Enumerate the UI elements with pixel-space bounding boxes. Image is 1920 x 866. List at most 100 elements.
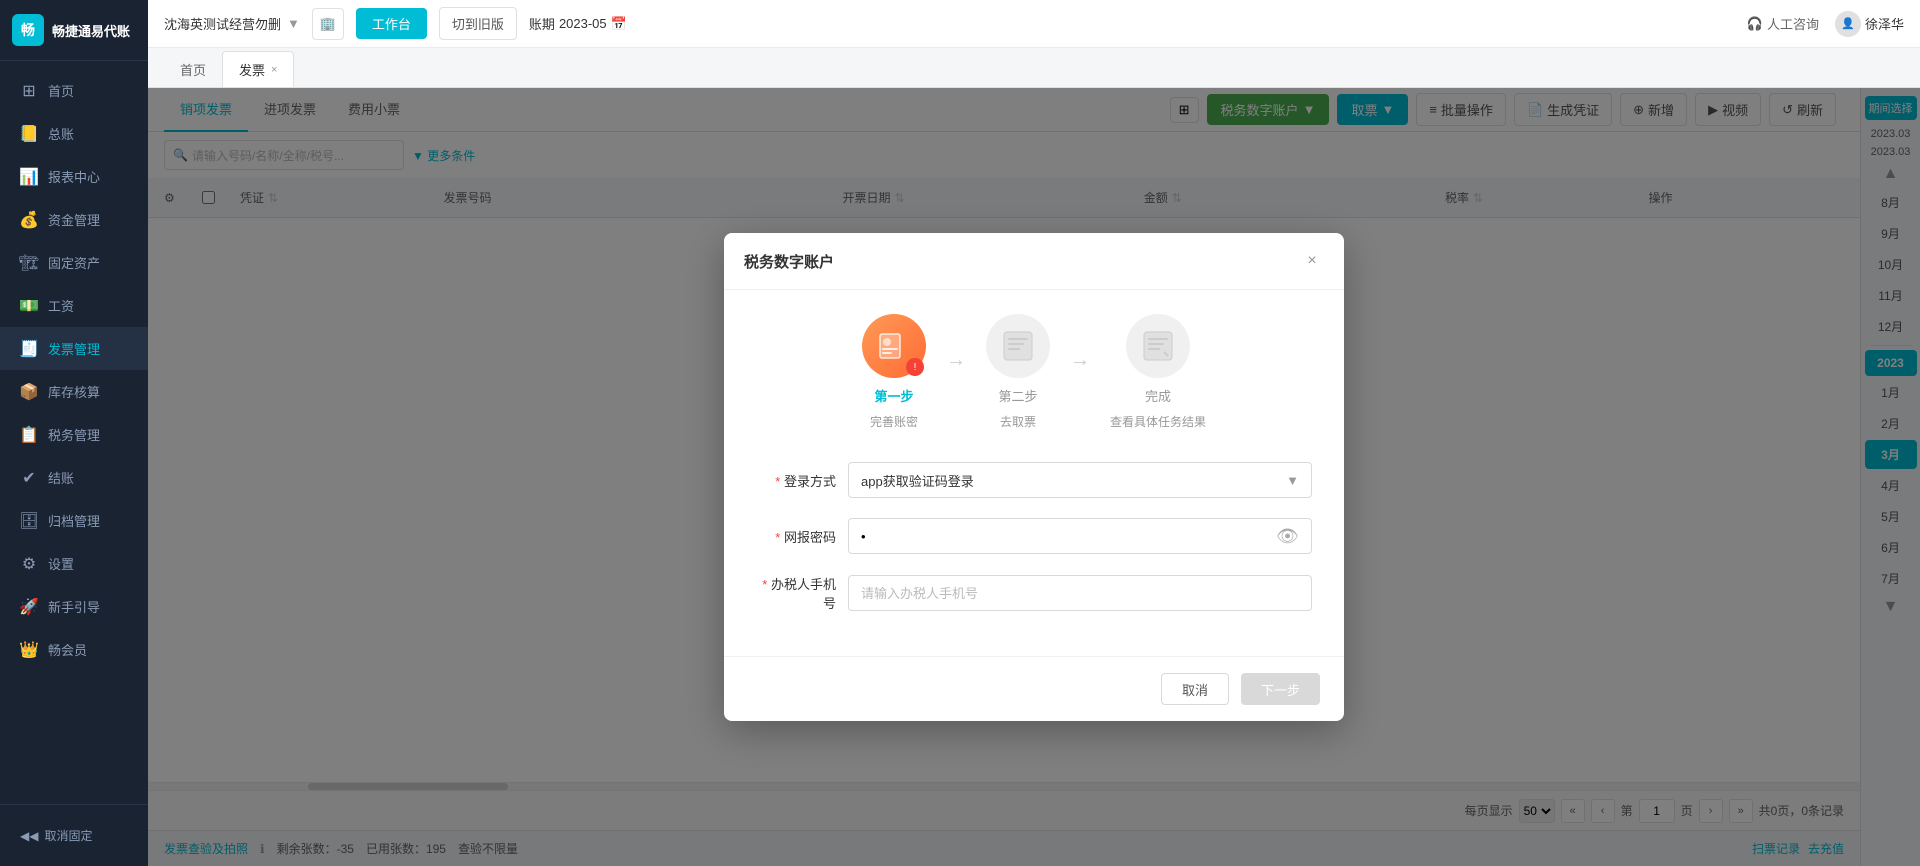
step-arrow-2: → (1050, 349, 1110, 396)
step-3-desc: 查看具体任务结果 (1110, 413, 1206, 430)
sidebar-label-settings: 设置 (48, 554, 74, 573)
topbar: 沈海英测试经营勿删 ▼ 🏢 工作台 切到旧版 账期 2023-05 📅 🎧 人工… (148, 0, 1920, 48)
cancel-fixed-button[interactable]: ◀◀ 取消固定 (0, 817, 148, 854)
company-selector[interactable]: 沈海英测试经营勿删 ▼ (164, 14, 300, 33)
sidebar-item-invoice[interactable]: 🧾 发票管理 (0, 327, 148, 370)
login-method-select[interactable]: app获取验证码登录 ▼ (848, 462, 1312, 498)
password-label: * 网报密码 (756, 527, 836, 546)
reports-icon: 📊 (20, 168, 38, 186)
sidebar-label-reports: 报表中心 (48, 167, 100, 186)
page-tabs: 首页 发票 × (148, 48, 1920, 88)
sidebar-item-reports[interactable]: 📊 报表中心 (0, 155, 148, 198)
step-1: ! 第一步 完善账密 (862, 314, 926, 430)
user-menu[interactable]: 👤 徐泽华 (1835, 11, 1904, 37)
tab-home[interactable]: 首页 (164, 52, 222, 87)
sidebar-label-fixed-assets: 固定资产 (48, 253, 100, 272)
tab-close-icon[interactable]: × (271, 64, 277, 76)
tab-invoice[interactable]: 发票 × (222, 51, 294, 87)
step-3-icon (1126, 314, 1190, 378)
sidebar-item-tax[interactable]: 📋 税务管理 (0, 413, 148, 456)
cancel-fixed-label: 取消固定 (44, 827, 92, 844)
building-icon: 🏢 (320, 16, 336, 32)
login-method-value: app获取验证码登录 (861, 471, 974, 490)
sidebar-label-ledger: 总账 (48, 124, 74, 143)
sidebar-label-inventory: 库存核算 (48, 382, 100, 401)
help-button[interactable]: 🎧 人工咨询 (1747, 14, 1819, 33)
step-2-desc: 去取票 (1000, 413, 1036, 430)
tax-icon: 📋 (20, 426, 38, 444)
step-3-label: 完成 (1145, 386, 1171, 405)
ledger-icon: 📒 (20, 125, 38, 143)
step-2: 第二步 去取票 (986, 314, 1050, 430)
sidebar-item-ledger[interactable]: 📒 总账 (0, 112, 148, 155)
password-input[interactable] (861, 529, 1276, 544)
switch-version-label: 切到旧版 (452, 17, 504, 32)
home-tab-label: 首页 (180, 60, 206, 79)
sidebar-item-home[interactable]: ⊞ 首页 (0, 69, 148, 112)
archive-icon: 🗄 (20, 512, 38, 530)
sidebar-item-member[interactable]: 👑 畅会员 (0, 628, 148, 671)
content-area: 销项发票 进项发票 费用小票 ⊞ 税务数 (148, 88, 1920, 866)
sidebar-label-tax: 税务管理 (48, 425, 100, 444)
modal-footer: 取消 下一步 (724, 656, 1344, 721)
sidebar-item-inventory[interactable]: 📦 库存核算 (0, 370, 148, 413)
step-3: 完成 查看具体任务结果 (1110, 314, 1206, 430)
form-row-phone: * 办税人手机号 (756, 574, 1312, 612)
period-label: 账期 (529, 14, 555, 33)
sidebar-item-guide[interactable]: 🚀 新手引导 (0, 585, 148, 628)
sidebar-label-archive: 归档管理 (48, 511, 100, 530)
sidebar-item-settlement[interactable]: ✔ 结账 (0, 456, 148, 499)
workspace-button[interactable]: 工作台 (356, 8, 427, 39)
avatar: 👤 (1835, 11, 1861, 37)
settings-icon: ⚙ (20, 555, 38, 573)
headset-icon: 🎧 (1747, 16, 1763, 32)
sidebar-label-member: 畅会员 (48, 640, 87, 659)
period-value: 2023-05 (559, 16, 607, 31)
login-method-label: * 登录方式 (756, 471, 836, 490)
period-display: 账期 2023-05 📅 (529, 14, 627, 33)
sidebar-label-payroll: 工资 (48, 296, 74, 315)
modal-body: ! 第一步 完善账密 → (724, 290, 1344, 656)
logo-icon: 畅 (12, 14, 44, 46)
capital-icon: 💰 (20, 211, 38, 229)
calendar-icon[interactable]: 📅 (611, 16, 627, 32)
modal-header: 税务数字账户 × (724, 233, 1344, 290)
form-row-login-method: * 登录方式 app获取验证码登录 ▼ (756, 462, 1312, 498)
sidebar-item-capital[interactable]: 💰 资金管理 (0, 198, 148, 241)
next-button[interactable]: 下一步 (1241, 673, 1320, 705)
inventory-icon: 📦 (20, 383, 38, 401)
company-settings-button[interactable]: 🏢 (312, 8, 344, 40)
sidebar-bottom: ◀◀ 取消固定 (0, 804, 148, 866)
password-field[interactable]: 👁 (848, 518, 1312, 554)
invoice-tab-label: 发票 (239, 60, 265, 79)
sidebar-item-payroll[interactable]: 💵 工资 (0, 284, 148, 327)
step-arrow-1: → (926, 349, 986, 396)
modal-close-button[interactable]: × (1300, 249, 1324, 273)
cancel-button[interactable]: 取消 (1161, 673, 1229, 705)
member-icon: 👑 (20, 641, 38, 659)
phone-input[interactable] (848, 575, 1312, 611)
step-2-icon (986, 314, 1050, 378)
modal-title: 税务数字账户 (744, 251, 834, 272)
step-1-desc: 完善账密 (870, 413, 918, 430)
help-label: 人工咨询 (1767, 14, 1819, 33)
sidebar-label-home: 首页 (48, 81, 74, 100)
main-content: 沈海英测试经营勿删 ▼ 🏢 工作台 切到旧版 账期 2023-05 📅 🎧 人工… (148, 0, 1920, 866)
switch-version-button[interactable]: 切到旧版 (439, 7, 517, 40)
password-toggle-icon[interactable]: 👁 (1276, 526, 1299, 547)
sidebar-item-fixed-assets[interactable]: 🏗 固定资产 (0, 241, 148, 284)
settlement-icon: ✔ (20, 469, 38, 487)
guide-icon: 🚀 (20, 598, 38, 616)
company-dropdown-icon: ▼ (287, 16, 300, 31)
sidebar-label-capital: 资金管理 (48, 210, 100, 229)
fixed-assets-icon: 🏗 (20, 254, 38, 272)
sidebar-logo: 畅 畅捷通易代账 (0, 0, 148, 61)
step-1-label: 第一步 (874, 386, 913, 405)
sidebar: 畅 畅捷通易代账 ⊞ 首页 📒 总账 📊 报表中心 💰 资金管理 (0, 0, 148, 866)
step-1-badge: ! (906, 358, 924, 376)
sidebar-item-archive[interactable]: 🗄 归档管理 (0, 499, 148, 542)
sidebar-item-settings[interactable]: ⚙ 设置 (0, 542, 148, 585)
workspace-label: 工作台 (372, 17, 411, 32)
logo-text: 畅捷通易代账 (52, 21, 130, 40)
form-row-password: * 网报密码 👁 (756, 518, 1312, 554)
